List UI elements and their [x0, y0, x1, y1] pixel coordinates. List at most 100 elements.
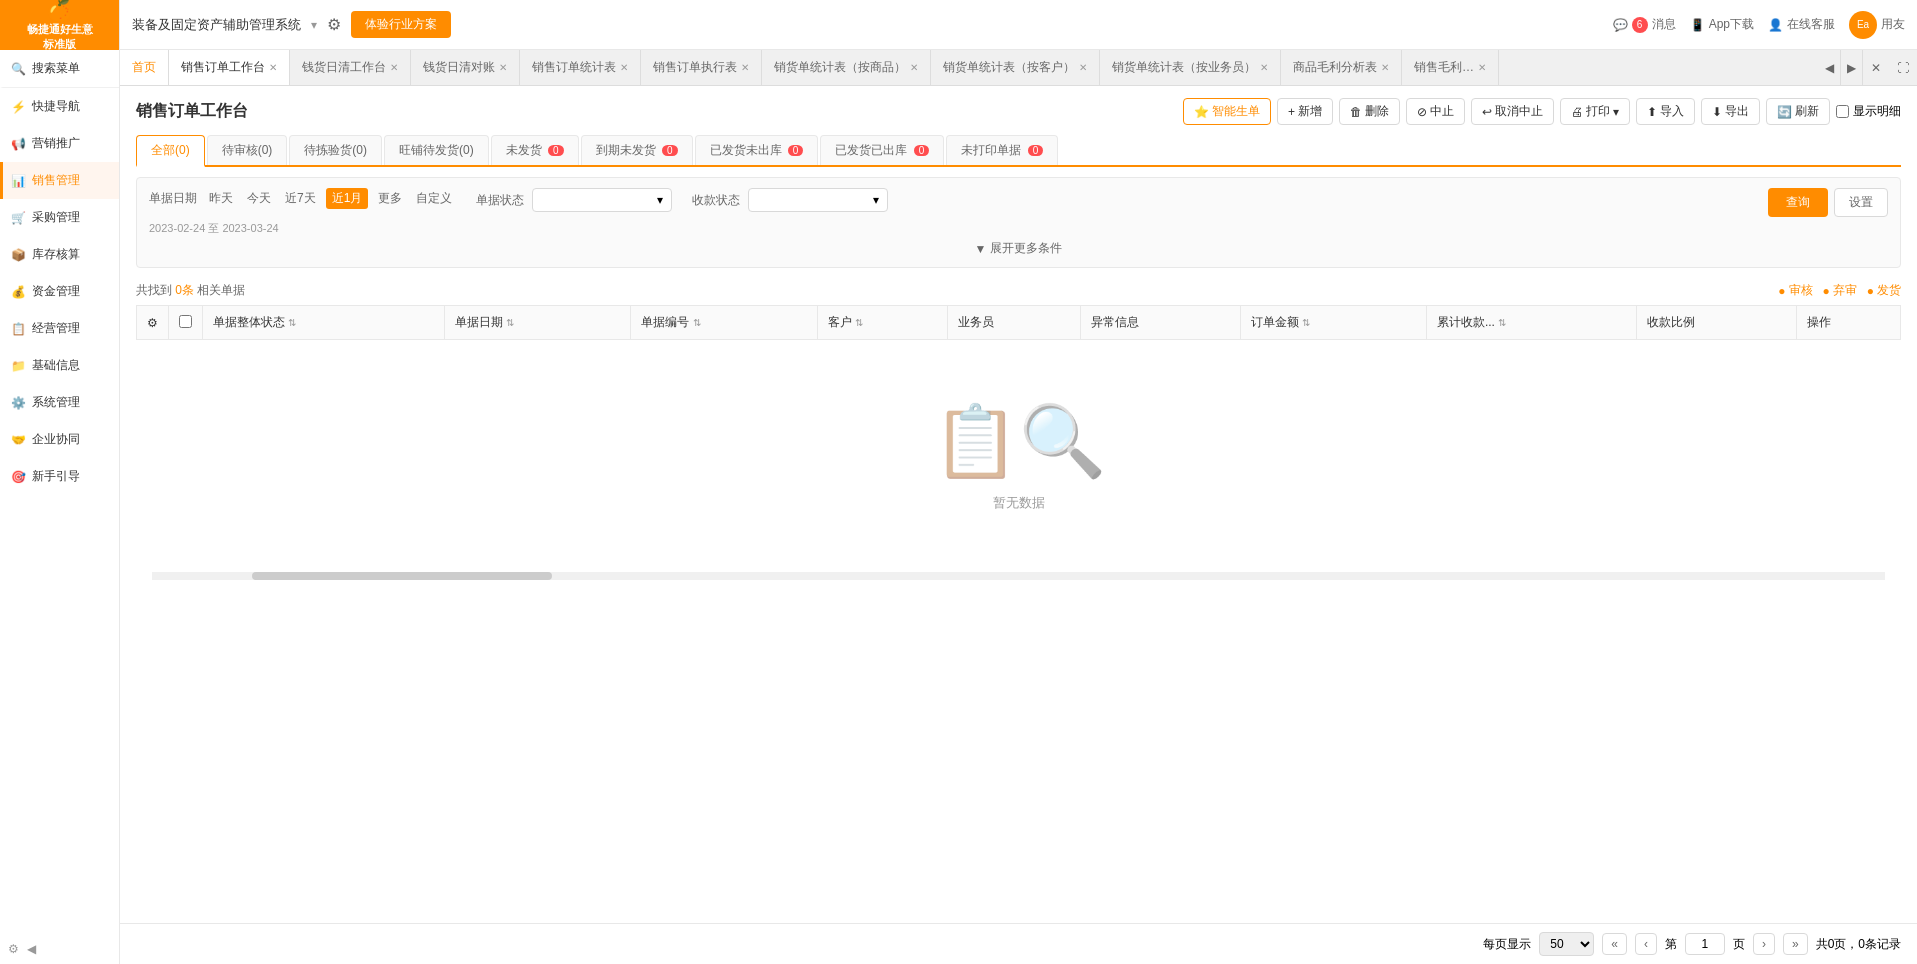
settings-icon[interactable]: ⚙	[8, 942, 19, 956]
sidebar-item-purchase[interactable]: 🛒 采购管理	[0, 199, 119, 236]
last-page-button[interactable]: »	[1783, 933, 1808, 955]
gear-icon[interactable]: ⚙	[327, 15, 341, 34]
th-cumulative-receipt[interactable]: 累计收款... ⇅	[1426, 306, 1636, 340]
tab-prev-btn[interactable]: ◀	[1819, 50, 1841, 86]
select-all-checkbox[interactable]	[179, 315, 192, 328]
date-option-yesterday[interactable]: 昨天	[205, 188, 237, 209]
tab-close-icon[interactable]: ✕	[1079, 62, 1087, 73]
tab-close-icon[interactable]: ✕	[390, 62, 398, 73]
set-button[interactable]: 设置	[1834, 188, 1888, 217]
date-option-7days[interactable]: 近7天	[281, 188, 320, 209]
th-doc-num[interactable]: 单据编号 ⇅	[631, 306, 817, 340]
show-detail-checkbox[interactable]: 显示明细	[1836, 103, 1901, 120]
page-title: 销售订单工作台	[136, 101, 248, 122]
tab-home[interactable]: 首页	[120, 50, 169, 86]
tab-close-icon[interactable]: ✕	[1478, 62, 1486, 73]
date-option-more[interactable]: 更多	[374, 188, 406, 209]
th-customer[interactable]: 客户 ⇅	[817, 306, 948, 340]
delete-button[interactable]: 🗑 删除	[1339, 98, 1400, 125]
cancel-stop-button[interactable]: ↩ 取消中止	[1471, 98, 1554, 125]
first-page-button[interactable]: «	[1602, 933, 1627, 955]
th-checkbox[interactable]	[169, 306, 203, 340]
tab-sales-order-workbench[interactable]: 销售订单工作台 ✕	[169, 50, 290, 86]
query-button[interactable]: 查询	[1768, 188, 1828, 217]
payment-select[interactable]: ▾	[748, 188, 888, 212]
sidebar-item-operations[interactable]: 📋 经营管理	[0, 310, 119, 347]
tab-sales-margin[interactable]: 销售毛利… ✕	[1402, 50, 1499, 86]
collapse-icon[interactable]: ◀	[27, 942, 36, 956]
data-table: ⚙ 单据整体状态 ⇅ 单据日期 ⇅ 单据编号 ⇅	[136, 305, 1901, 340]
sub-tab-overdue-ship[interactable]: 到期未发货 0	[581, 135, 693, 165]
sidebar-item-basics[interactable]: 📁 基础信息	[0, 347, 119, 384]
online-service-btn[interactable]: 👤 在线客服	[1768, 16, 1835, 33]
next-page-button[interactable]: ›	[1753, 933, 1775, 955]
sub-tab-not-shipped[interactable]: 未发货 0	[491, 135, 579, 165]
date-option-custom[interactable]: 自定义	[412, 188, 456, 209]
th-doc-date[interactable]: 单据日期 ⇅	[445, 306, 631, 340]
tab-close-icon[interactable]: ✕	[741, 62, 749, 73]
audit-action[interactable]: ● 审核	[1778, 282, 1812, 299]
tab-close-icon[interactable]: ✕	[620, 62, 628, 73]
ship-action[interactable]: ● 发货	[1867, 282, 1901, 299]
tab-close-all-btn[interactable]: ✕	[1863, 50, 1889, 86]
prev-page-button[interactable]: ‹	[1635, 933, 1657, 955]
th-order-amount[interactable]: 订单金额 ⇅	[1240, 306, 1426, 340]
stop-button[interactable]: ⊘ 中止	[1406, 98, 1465, 125]
expand-filter-button[interactable]: ▼ 展开更多条件	[975, 240, 1063, 257]
page-label: 第	[1665, 936, 1677, 953]
tab-close-icon[interactable]: ✕	[910, 62, 918, 73]
sub-tab-shipped-out[interactable]: 已发货已出库 0	[820, 135, 944, 165]
export-button[interactable]: ⬇ 导出	[1701, 98, 1760, 125]
sub-tab-pending-review[interactable]: 待审核(0)	[207, 135, 288, 165]
sidebar-item-marketing[interactable]: 📢 营销推广	[0, 125, 119, 162]
tab-close-icon[interactable]: ✕	[1260, 62, 1268, 73]
tab-next-btn[interactable]: ▶	[1841, 50, 1863, 86]
sidebar-item-inventory[interactable]: 📦 库存核算	[0, 236, 119, 273]
dropdown-arrow-icon[interactable]: ▾	[311, 18, 317, 32]
add-button[interactable]: + 新增	[1277, 98, 1333, 125]
sidebar-item-quicknav[interactable]: ⚡ 快捷导航	[0, 88, 119, 125]
import-button[interactable]: ⬆ 导入	[1636, 98, 1695, 125]
page-size-select[interactable]: 50 10 20 100	[1539, 932, 1594, 956]
sub-tab-shipped-not-out[interactable]: 已发货未出库 0	[695, 135, 819, 165]
print-button[interactable]: 🖨 打印 ▾	[1560, 98, 1630, 125]
tab-close-icon[interactable]: ✕	[499, 62, 507, 73]
sidebar-item-finance[interactable]: 💰 资金管理	[0, 273, 119, 310]
tab-cash-reconcile[interactable]: 钱货日清对账 ✕	[411, 50, 520, 86]
tab-fullscreen-btn[interactable]: ⛶	[1889, 50, 1917, 86]
th-doc-status[interactable]: 单据整体状态 ⇅	[203, 306, 445, 340]
tab-cash-daily[interactable]: 钱货日清工作台 ✕	[290, 50, 411, 86]
tab-ship-stats-customer[interactable]: 销货单统计表（按客户） ✕	[931, 50, 1100, 86]
tab-sales-stats[interactable]: 销售订单统计表 ✕	[520, 50, 641, 86]
sidebar-item-search[interactable]: 🔍 搜索菜单	[0, 50, 119, 88]
show-detail-input[interactable]	[1836, 105, 1849, 118]
sidebar-item-sales[interactable]: 📊 销售管理	[0, 162, 119, 199]
scrollbar-thumb[interactable]	[252, 572, 552, 580]
date-option-1month[interactable]: 近1月	[326, 188, 369, 209]
tab-close-icon[interactable]: ✕	[1381, 62, 1389, 73]
user-menu[interactable]: Ea 用友	[1849, 11, 1905, 39]
tab-ship-stats-staff[interactable]: 销货单统计表（按业务员） ✕	[1100, 50, 1281, 86]
smart-generate-button[interactable]: ⭐ 智能生单	[1183, 98, 1271, 125]
sidebar-item-system[interactable]: ⚙️ 系统管理	[0, 384, 119, 421]
status-select[interactable]: ▾	[532, 188, 672, 212]
cancel-audit-action[interactable]: ● 弃审	[1823, 282, 1857, 299]
app-download-btn[interactable]: 📱 App下载	[1690, 16, 1754, 33]
tab-ship-stats-product[interactable]: 销货单统计表（按商品） ✕	[762, 50, 931, 86]
horizontal-scrollbar[interactable]	[152, 572, 1885, 580]
page-number-input[interactable]	[1685, 933, 1725, 955]
tab-margin-analysis[interactable]: 商品毛利分析表 ✕	[1281, 50, 1402, 86]
sub-tab-all[interactable]: 全部(0)	[136, 135, 205, 167]
message-btn[interactable]: 💬 6 消息	[1613, 16, 1676, 33]
sub-tab-wangpu-ship[interactable]: 旺铺待发货(0)	[384, 135, 489, 165]
refresh-button[interactable]: 🔄 刷新	[1766, 98, 1830, 125]
sidebar-item-guide[interactable]: 🎯 新手引导	[0, 458, 119, 495]
sidebar-item-collab[interactable]: 🤝 企业协同	[0, 421, 119, 458]
industry-solution-button[interactable]: 体验行业方案	[351, 11, 451, 38]
sub-tab-not-printed[interactable]: 未打印单据 0	[946, 135, 1058, 165]
date-option-today[interactable]: 今天	[243, 188, 275, 209]
th-settings[interactable]: ⚙	[137, 306, 169, 340]
tab-sales-exec[interactable]: 销售订单执行表 ✕	[641, 50, 762, 86]
tab-close-icon[interactable]: ✕	[269, 62, 277, 73]
sub-tab-pending-inspect[interactable]: 待拣验货(0)	[289, 135, 382, 165]
